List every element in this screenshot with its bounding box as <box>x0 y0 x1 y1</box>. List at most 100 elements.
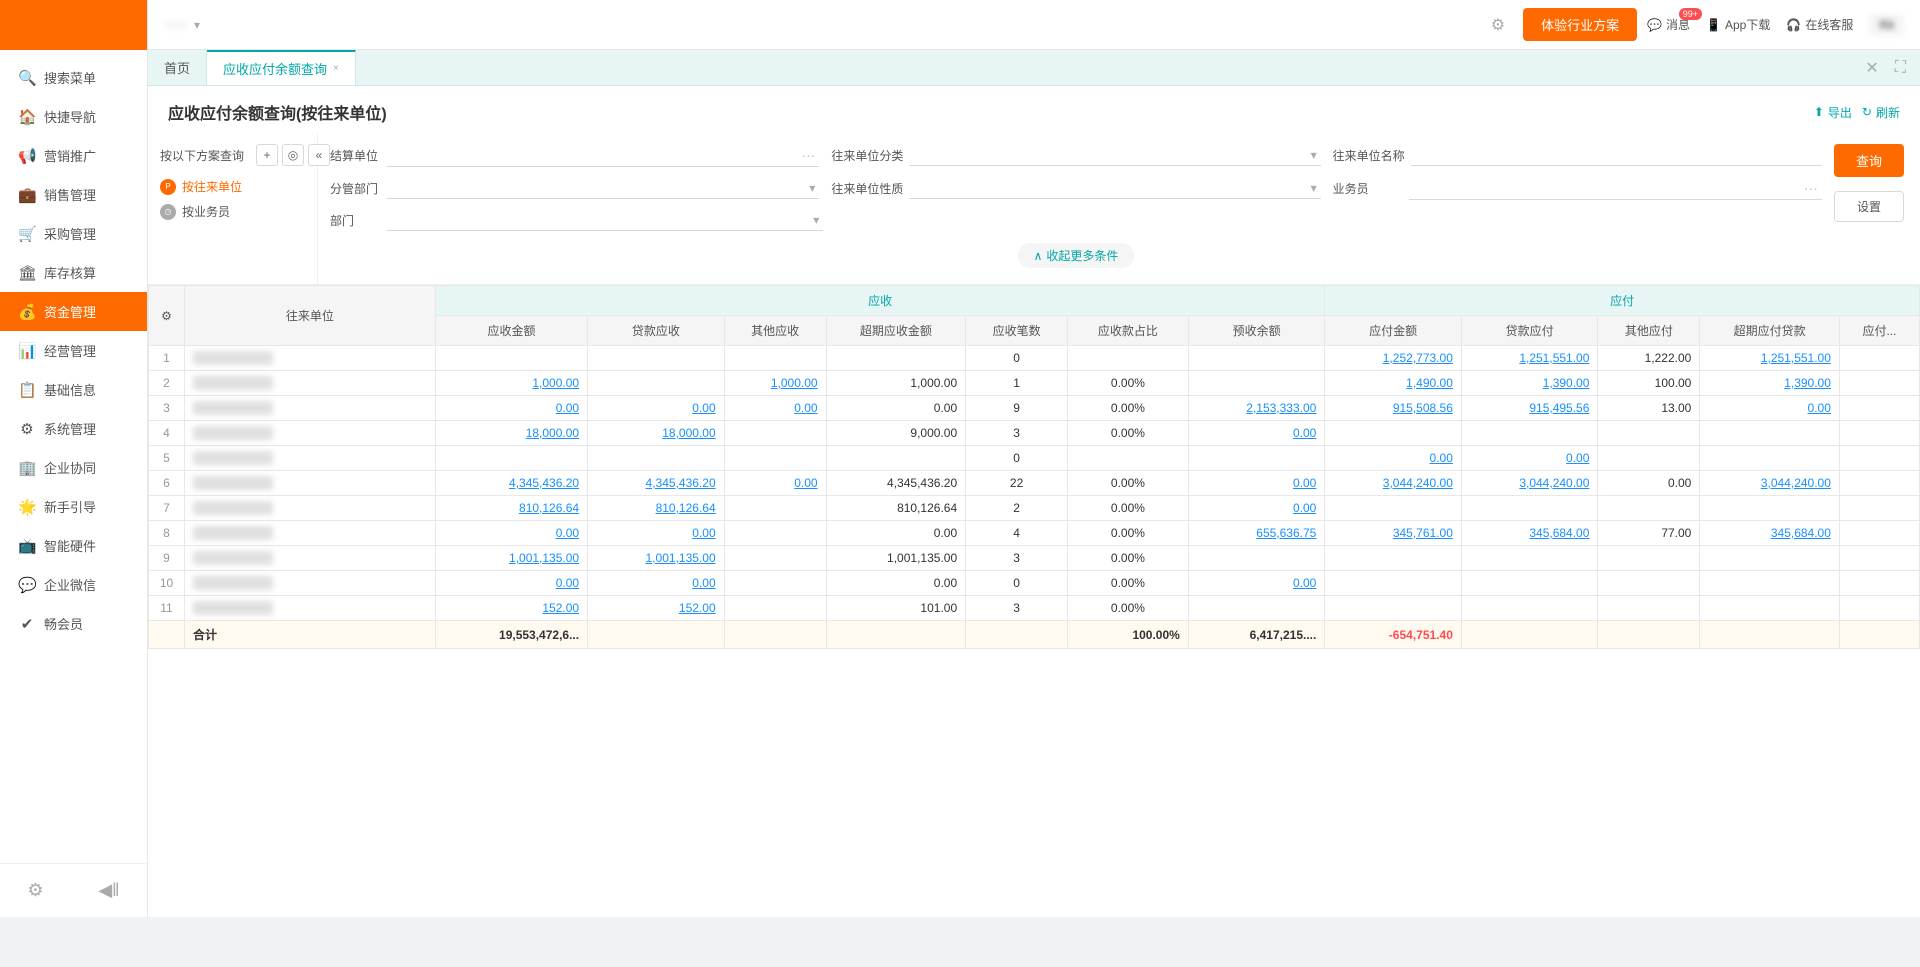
table-row: 6 4,345,436.20 4,345,436.20 0.00 4,345,4… <box>149 471 1920 496</box>
support-icon: 🎧 <box>1786 18 1801 32</box>
sidebar-item-system[interactable]: ⚙系统管理 <box>0 409 147 448</box>
dept-chevron: ▾ <box>813 213 819 227</box>
settlement-input[interactable]: ··· <box>386 144 819 167</box>
support-button[interactable]: 🎧 在线客服 <box>1786 16 1853 33</box>
row-payable-col5 <box>1839 596 1919 621</box>
refresh-button[interactable]: ↻ 刷新 <box>1862 104 1900 121</box>
filter-field-settlement: 结算单位 ··· <box>330 144 819 167</box>
sidebar-item-search[interactable]: 🔍搜索菜单 <box>0 58 147 97</box>
row-payable-col5 <box>1839 396 1919 421</box>
collapse-arrow-icon: ∧ <box>1034 249 1043 263</box>
row-receivable-amount: 4,345,436.20 <box>435 471 587 496</box>
sidebar-item-hardware[interactable]: 📺智能硬件 <box>0 526 147 565</box>
scheme-by-partner[interactable]: P 按往来单位 <box>148 174 317 199</box>
total-prepaid-balance[interactable]: 6,417,215.... <box>1188 621 1325 649</box>
collapse-sidebar-icon[interactable]: ◀‖ <box>92 874 125 907</box>
sidebar-item-marketing[interactable]: 📢营销推广 <box>0 136 147 175</box>
row-loan-payable <box>1461 596 1598 621</box>
row-overdue-receivable <box>826 346 966 371</box>
filter-row-2: 分管部门 ▾ 往来单位性质 ▾ <box>330 177 1822 200</box>
sidebar-item-quicknav[interactable]: 🏠快捷导航 <box>0 97 147 136</box>
tab-bar-expand-icon[interactable]: ⛶ <box>1891 59 1910 77</box>
row-loan-payable <box>1461 496 1598 521</box>
collapse-button[interactable]: ∧ 收起更多条件 <box>1018 243 1135 268</box>
export-button[interactable]: ⬆ 导出 <box>1814 104 1852 121</box>
salesperson-input[interactable]: ··· <box>1409 177 1822 200</box>
wechat-icon: 💬 <box>18 576 36 594</box>
row-loan-receivable: 1,001,135.00 <box>588 546 725 571</box>
table-settings-icon[interactable]: ⚙ <box>161 309 172 323</box>
th-receivable-amount: 应收金额 <box>435 316 587 346</box>
department-select[interactable]: ▾ <box>386 178 819 199</box>
query-button[interactable]: 查询 <box>1834 144 1904 177</box>
tab-bar-close-icon[interactable]: ✕ <box>1861 58 1882 78</box>
row-overdue-payable: 3,044,240.00 <box>1700 471 1840 496</box>
partner-category-select[interactable]: ▾ <box>909 145 1320 166</box>
topbar-settings-icon[interactable]: ⚙ <box>1483 11 1513 39</box>
filter-scheme-label: 按以下方案查询 <box>160 147 244 164</box>
user-name[interactable]: Rit <box>1869 14 1904 36</box>
row-other-payable: 77.00 <box>1598 521 1700 546</box>
circle-scheme-button[interactable]: ◎ <box>282 144 304 166</box>
settings-button[interactable]: 设置 <box>1834 191 1904 222</box>
row-overdue-payable: 1,251,551.00 <box>1700 346 1840 371</box>
salesperson-dots[interactable]: ··· <box>1804 180 1818 196</box>
partner-name-input[interactable] <box>1411 145 1822 166</box>
total-receivable-amount[interactable]: 19,553,472,6... <box>435 621 587 649</box>
sidebar-logo: 6 畅捷通财 标准版 <box>0 0 147 50</box>
settings-footer-icon[interactable]: ⚙ <box>21 874 49 907</box>
industry-solution-button[interactable]: 体验行业方案 <box>1523 8 1637 41</box>
row-prepaid-balance: 2,153,333.00 <box>1188 396 1325 421</box>
message-button[interactable]: 💬 消息 99+ <box>1647 16 1690 33</box>
sidebar-item-wechat[interactable]: 💬企业微信 <box>0 565 147 604</box>
total-receivable-count <box>966 621 1068 649</box>
dept-select[interactable]: ▾ <box>386 210 823 231</box>
row-partner <box>185 421 436 446</box>
tab-receivable-query[interactable]: 应收应付余额查询 × <box>207 50 356 85</box>
row-loan-payable <box>1461 421 1598 446</box>
table-row: 9 1,001,135.00 1,001,135.00 1,001,135.00… <box>149 546 1920 571</box>
row-payable-amount <box>1325 496 1462 521</box>
scheme-by-salesperson[interactable]: ◷ 按业务员 <box>148 199 317 224</box>
sidebar-item-finance[interactable]: 💰资金管理 <box>0 292 147 331</box>
filter-field-partner-nature: 往来单位性质 ▾ <box>831 178 1320 199</box>
total-row: 合计 19,553,472,6... 100.00% 6,417,215....… <box>149 621 1920 649</box>
row-payable-amount: 915,508.56 <box>1325 396 1462 421</box>
sidebar-item-guide[interactable]: 🌟新手引导 <box>0 487 147 526</box>
tab-close-icon[interactable]: × <box>333 63 339 74</box>
row-receivable-ratio: 0.00% <box>1068 371 1189 396</box>
row-overdue-receivable: 0.00 <box>826 521 966 546</box>
row-loan-payable: 345,684.00 <box>1461 521 1598 546</box>
table-row: 7 810,126.64 810,126.64 810,126.64 2 0.0… <box>149 496 1920 521</box>
th-payable-group: 应付 <box>1325 286 1920 316</box>
sidebar-item-basicinfo[interactable]: 📋基础信息 <box>0 370 147 409</box>
row-receivable-ratio: 0.00% <box>1068 396 1189 421</box>
sidebar: 6 畅捷通财 标准版 🔍搜索菜单 🏠快捷导航 📢营销推广 💼销售管理 🛒采购管理… <box>0 0 148 917</box>
table-scroll-wrapper[interactable]: ⚙ 往来单位 应收 应付 应收金额 贷款应收 其他应收 超期应收金额 应收笔数 <box>148 285 1920 649</box>
filter-toolbar: 按以下方案查询 + ◎ « <box>148 144 317 166</box>
th-overdue-receivable: 超期应收金额 <box>826 316 966 346</box>
row-receivable-amount: 1,001,135.00 <box>435 546 587 571</box>
sidebar-item-member[interactable]: ✔畅会员 <box>0 604 147 643</box>
row-other-payable <box>1598 546 1700 571</box>
row-partner <box>185 396 436 421</box>
row-payable-amount: 345,761.00 <box>1325 521 1462 546</box>
settlement-dots[interactable]: ··· <box>801 147 815 163</box>
row-loan-receivable: 810,126.64 <box>588 496 725 521</box>
row-overdue-receivable: 101.00 <box>826 596 966 621</box>
partner-nature-select[interactable]: ▾ <box>909 178 1320 199</box>
row-payable-amount <box>1325 546 1462 571</box>
table-row: 4 18,000.00 18,000.00 9,000.00 3 0.00% 0… <box>149 421 1920 446</box>
row-payable-amount: 0.00 <box>1325 446 1462 471</box>
row-overdue-payable <box>1700 546 1840 571</box>
sidebar-item-operations[interactable]: 📊经营管理 <box>0 331 147 370</box>
sidebar-item-inventory[interactable]: 🏛库存核算 <box>0 253 147 292</box>
add-scheme-button[interactable]: + <box>256 144 278 166</box>
app-download-button[interactable]: 📱 App下载 <box>1706 16 1770 33</box>
row-loan-payable: 1,390.00 <box>1461 371 1598 396</box>
row-prepaid-balance: 0.00 <box>1188 471 1325 496</box>
sidebar-item-purchase[interactable]: 🛒采购管理 <box>0 214 147 253</box>
row-other-payable <box>1598 421 1700 446</box>
sidebar-item-sales[interactable]: 💼销售管理 <box>0 175 147 214</box>
scheme-salesperson-icon: ◷ <box>160 204 176 220</box>
